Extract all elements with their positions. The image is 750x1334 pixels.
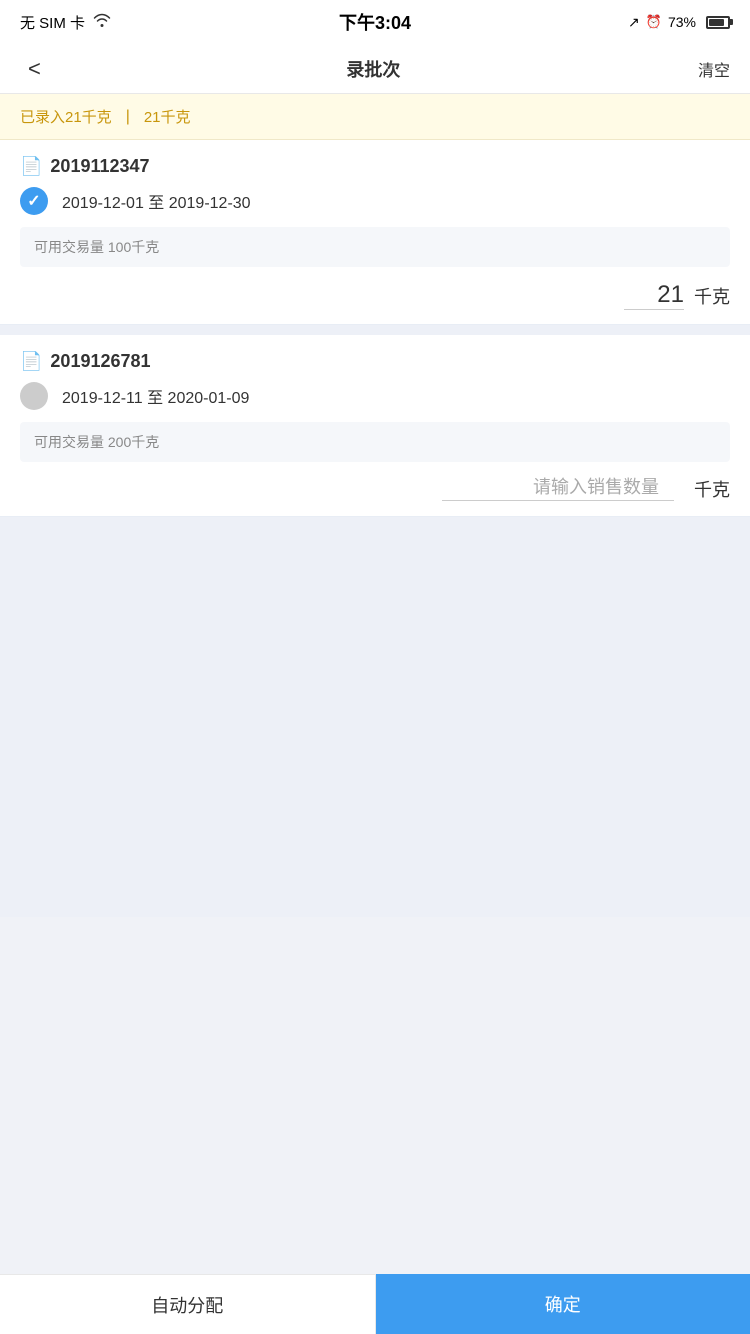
recorded-label: 已录入21千克: [20, 106, 112, 127]
batch-icon-2: 📄: [20, 351, 42, 372]
sim-text: 无 SIM 卡: [20, 12, 85, 33]
batch-date-2: 2019-12-11 至 2020-01-09: [62, 384, 249, 408]
section-separator: [0, 325, 750, 335]
page-title: 录批次: [346, 56, 400, 82]
banner-divider: |: [126, 108, 130, 126]
batch-card-2: 📄 2019126781 2019-12-11 至 2020-01-09 可用交…: [0, 335, 750, 462]
auto-distribute-button[interactable]: 自动分配: [0, 1274, 376, 1334]
batch-row-2[interactable]: 2019-12-11 至 2020-01-09: [20, 382, 730, 410]
alarm-icon: ⏰: [646, 14, 662, 30]
empty-area: [0, 517, 750, 917]
batch-availability-2: 可用交易量 200千克: [20, 422, 730, 462]
bottom-buttons: 自动分配 确定: [0, 1274, 750, 1334]
back-button[interactable]: <: [20, 48, 49, 90]
quantity-unit-1: 千克: [694, 283, 730, 309]
batch-header-2: 📄 2019126781: [20, 351, 730, 372]
info-banner: 已录入21千克 | 21千克: [0, 94, 750, 140]
status-bar: 无 SIM 卡 下午3:04 ↗ ⏰ 73%: [0, 0, 750, 44]
clear-button[interactable]: 清空: [698, 57, 730, 81]
batch-header-1: 📄 2019112347: [20, 156, 730, 177]
check-circle-1[interactable]: ✓: [20, 187, 48, 215]
quantity-value-1: 21: [624, 281, 684, 310]
confirm-button[interactable]: 确定: [376, 1274, 750, 1334]
quantity-input-2[interactable]: [442, 477, 674, 501]
checkmark-1: ✓: [27, 191, 40, 211]
input-unit-2: 千克: [694, 476, 730, 502]
check-circle-2[interactable]: [20, 382, 48, 410]
batch-number-1: 2019112347: [50, 156, 149, 177]
input-row-2: 千克: [0, 462, 750, 517]
batch-card-1: 📄 2019112347 ✓ 2019-12-01 至 2019-12-30 可…: [0, 140, 750, 267]
battery-percent: 73%: [668, 14, 696, 30]
wifi-icon: [93, 13, 111, 31]
batch-availability-1: 可用交易量 100千克: [20, 227, 730, 267]
quantity-row-1: 21 千克: [0, 267, 750, 325]
status-time: 下午3:04: [339, 9, 411, 35]
status-left: 无 SIM 卡: [20, 12, 111, 33]
batch-icon-1: 📄: [20, 156, 42, 177]
location-icon: ↗: [628, 14, 640, 31]
batch-date-1: 2019-12-01 至 2019-12-30: [62, 189, 251, 213]
nav-bar: < 录批次 清空: [0, 44, 750, 94]
batch-number-2: 2019126781: [50, 351, 150, 372]
status-right: ↗ ⏰ 73%: [628, 14, 730, 31]
battery-icon: [706, 16, 730, 29]
input-wrapper-2: [20, 477, 674, 501]
batch-row-1[interactable]: ✓ 2019-12-01 至 2019-12-30: [20, 187, 730, 215]
total-label: 21千克: [144, 106, 191, 127]
